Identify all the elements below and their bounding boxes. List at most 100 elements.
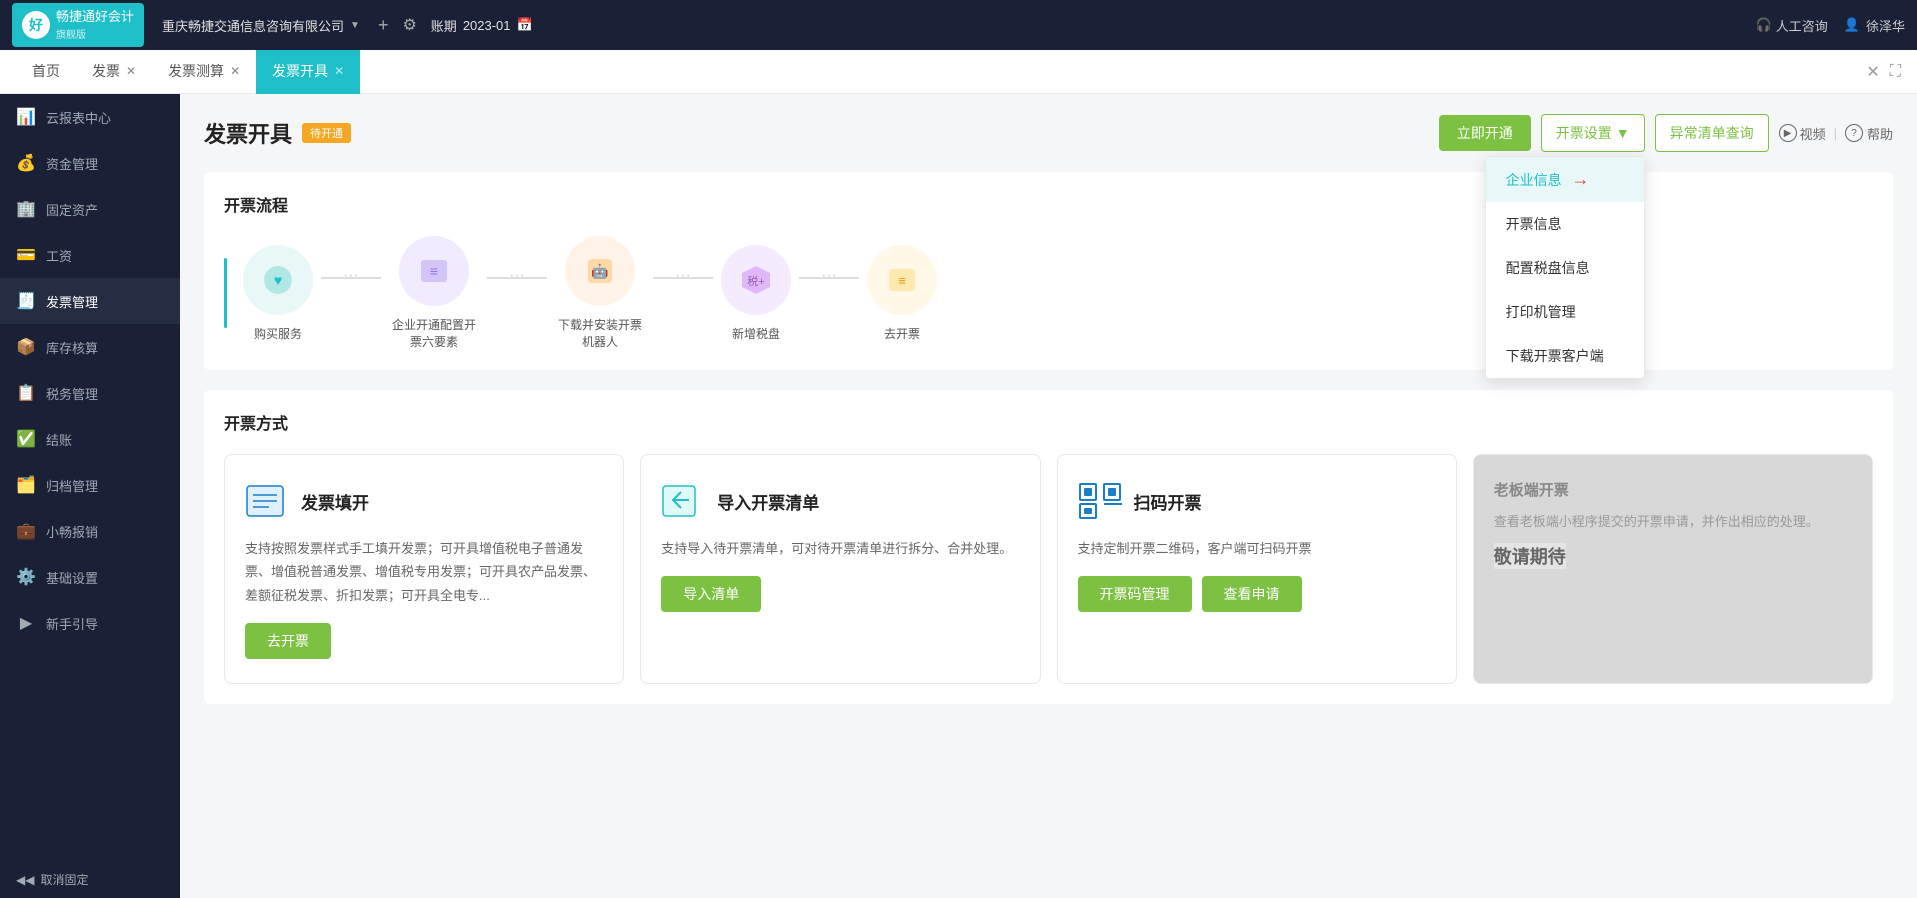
tab-invoice-close[interactable]: ✕	[126, 64, 136, 78]
headset-icon: 🎧	[1756, 17, 1772, 33]
period-value: 2023-01	[463, 18, 511, 33]
step-5-icon: ≡	[867, 245, 937, 315]
step-connector-4	[799, 277, 859, 279]
gudingzichan-icon: 🏢	[16, 199, 36, 219]
dropdown-item-printer-label: 打印机管理	[1506, 304, 1576, 320]
step-1-label: 购买服务	[254, 325, 302, 342]
tab-invoice[interactable]: 发票 ✕	[76, 50, 152, 94]
sidebar-item-yunbaobiao[interactable]: 📊 云报表中心	[0, 94, 180, 140]
flow-left-border	[224, 258, 227, 328]
step-connector-1	[321, 277, 381, 279]
tab-invoice-label: 发票	[92, 61, 120, 81]
activate-button[interactable]: 立即开通	[1439, 115, 1531, 151]
logo-sub: 旗舰版	[56, 26, 134, 41]
tab-invoice-calc[interactable]: 发票测算 ✕	[152, 50, 256, 94]
tab-expand-icon[interactable]: ⛶	[1890, 63, 1901, 81]
method-card-fill-header: 发票填开	[245, 479, 603, 523]
import-list-button[interactable]: 导入清单	[661, 576, 761, 612]
step-connector-3	[653, 277, 713, 279]
page-title-area: 发票开具 待开通	[204, 117, 351, 149]
method-card-fill: 发票填开 支持按照发票样式手工填开发票；可开具增值税电子普通发票、增值税普通发票…	[224, 454, 624, 684]
company-selector[interactable]: 重庆畅捷交通信息咨询有限公司 ▼	[154, 12, 368, 39]
topbar-right: 🎧 人工咨询 👤 徐泽华	[1756, 16, 1905, 35]
help-button[interactable]: 帮助	[1867, 124, 1893, 143]
sidebar-item-gudingzichan[interactable]: 🏢 固定资产	[0, 186, 180, 232]
sidebar-item-jichushezhi[interactable]: ⚙️ 基础设置	[0, 554, 180, 600]
fill-icon	[245, 479, 289, 523]
sidebar-item-guidang-label: 归档管理	[46, 476, 98, 495]
sidebar-cancel-pin-label: 取消固定	[40, 871, 88, 888]
boss-title: 老板端开票	[1494, 479, 1852, 500]
guidang-icon: 🗂️	[16, 475, 36, 495]
sidebar-item-jichushezhi-label: 基础设置	[46, 568, 98, 587]
tab-invoice-calc-close[interactable]: ✕	[230, 64, 240, 78]
dropdown-item-kaipiao[interactable]: 开票信息	[1486, 202, 1644, 246]
consult-btn[interactable]: 🎧 人工咨询	[1756, 16, 1828, 35]
logo-icon: 好	[22, 11, 50, 39]
settings-chevron-icon: ▼	[1616, 125, 1630, 141]
sidebar-item-zijin[interactable]: 💰 资金管理	[0, 140, 180, 186]
xinshouyindao-icon: ▶	[16, 613, 36, 633]
method-card-import: 导入开票清单 支持导入待开票清单，可对待开票清单进行拆分、合并处理。 导入清单	[640, 454, 1040, 684]
svg-text:≡: ≡	[898, 273, 906, 288]
dropdown-item-printer[interactable]: 打印机管理	[1486, 290, 1644, 334]
tab-invoice-open-close[interactable]: ✕	[334, 64, 344, 78]
tab-invoice-open[interactable]: 发票开具 ✕	[256, 50, 360, 94]
sidebar-item-fapiao[interactable]: 🧾 发票管理	[0, 278, 180, 324]
topbar-actions: + ⚙ 账期 2023-01 📅	[378, 15, 533, 36]
methods-section-title: 开票方式	[224, 410, 1873, 434]
page-header: 发票开具 待开通 立即开通 开票设置 ▼ 企业信息 →	[204, 114, 1893, 152]
sidebar-item-kucun-label: 库存核算	[46, 338, 98, 357]
separator: |	[1834, 126, 1837, 141]
view-apply-button[interactable]: 查看申请	[1202, 576, 1302, 612]
tab-home-label: 首页	[32, 61, 60, 81]
step-2-icon: ≡	[399, 236, 469, 306]
settings-icon[interactable]: ⚙	[402, 15, 416, 35]
settings-button[interactable]: 开票设置 ▼	[1541, 114, 1645, 152]
tab-home[interactable]: 首页	[16, 50, 76, 94]
svg-text:≡: ≡	[430, 263, 438, 279]
sidebar-item-guidang[interactable]: 🗂️ 归档管理	[0, 462, 180, 508]
sidebar-item-shuiwu[interactable]: 📋 税务管理	[0, 370, 180, 416]
add-icon[interactable]: +	[378, 15, 389, 36]
user-area[interactable]: 👤 徐泽华	[1844, 16, 1905, 35]
dropdown-item-qiyeinfo[interactable]: 企业信息 →	[1486, 157, 1644, 202]
dropdown-item-download-label: 下载开票客户端	[1506, 348, 1604, 364]
calendar-icon[interactable]: 📅	[517, 17, 533, 33]
dropdown-item-kaipiao-label: 开票信息	[1506, 216, 1562, 232]
tab-close-all-icon[interactable]: ✕	[1866, 62, 1879, 82]
sidebar-item-xiaochang[interactable]: 💼 小畅报销	[0, 508, 180, 554]
method-card-scan: 扫码开票 支持定制开票二维码，客户端可扫码开票 开票码管理 查看申请	[1057, 454, 1457, 684]
method-card-boss: 老板端开票 查看老板端小程序提交的开票申请，并作出相应的处理。 敬请期待	[1473, 454, 1873, 684]
tab-invoice-open-label: 发票开具	[272, 61, 328, 81]
play-icon[interactable]: ▶ 视频	[1779, 124, 1826, 143]
sidebar-item-xinshouyindao[interactable]: ▶ 新手引导	[0, 600, 180, 646]
step-1-icon: ♥	[243, 245, 313, 315]
method-card-import-header: 导入开票清单	[661, 479, 1019, 523]
dropdown-item-download[interactable]: 下载开票客户端	[1486, 334, 1644, 378]
settings-dropdown-menu: 企业信息 → 开票信息 配置税盘信息 打印机管理 下	[1485, 156, 1645, 379]
top-bar: 好 畅捷通好会计 旗舰版 重庆畅捷交通信息咨询有限公司 ▼ + ⚙ 账期 202…	[0, 0, 1917, 50]
dropdown-item-peizhi[interactable]: 配置税盘信息	[1486, 246, 1644, 290]
sidebar-cancel-pin[interactable]: ◀◀ 取消固定	[0, 861, 180, 898]
qrcode-manage-button[interactable]: 开票码管理	[1078, 576, 1192, 612]
step-4-label: 新增税盘	[732, 325, 780, 342]
settings-button-label: 开票设置	[1556, 123, 1612, 143]
dropdown-item-qiyeinfo-label: 企业信息	[1506, 172, 1562, 188]
sidebar-item-kucun[interactable]: 📦 库存核算	[0, 324, 180, 370]
sidebar-item-shuiwu-label: 税务管理	[46, 384, 98, 403]
abnormal-list-button[interactable]: 异常清单查询	[1655, 114, 1769, 152]
fill-invoice-button[interactable]: 去开票	[245, 623, 331, 659]
company-name: 重庆畅捷交通信息咨询有限公司	[162, 16, 344, 35]
sidebar-item-jiezhang[interactable]: ✅ 结账	[0, 416, 180, 462]
svg-text:♥: ♥	[274, 272, 282, 288]
sidebar: 📊 云报表中心 💰 资金管理 🏢 固定资产 💳 工资 🧾 发票管理 📦 库存核算…	[0, 94, 180, 898]
step-connector-2	[487, 277, 547, 279]
step-1: ♥ 购买服务	[243, 245, 313, 342]
red-arrow-icon: →	[1571, 169, 1589, 189]
sidebar-item-gongzi[interactable]: 💳 工资	[0, 232, 180, 278]
method-card-import-title: 导入开票清单	[717, 489, 819, 514]
yunbaobiao-icon: 📊	[16, 107, 36, 127]
status-badge: 待开通	[302, 123, 351, 143]
svg-text:🤖: 🤖	[591, 263, 608, 280]
